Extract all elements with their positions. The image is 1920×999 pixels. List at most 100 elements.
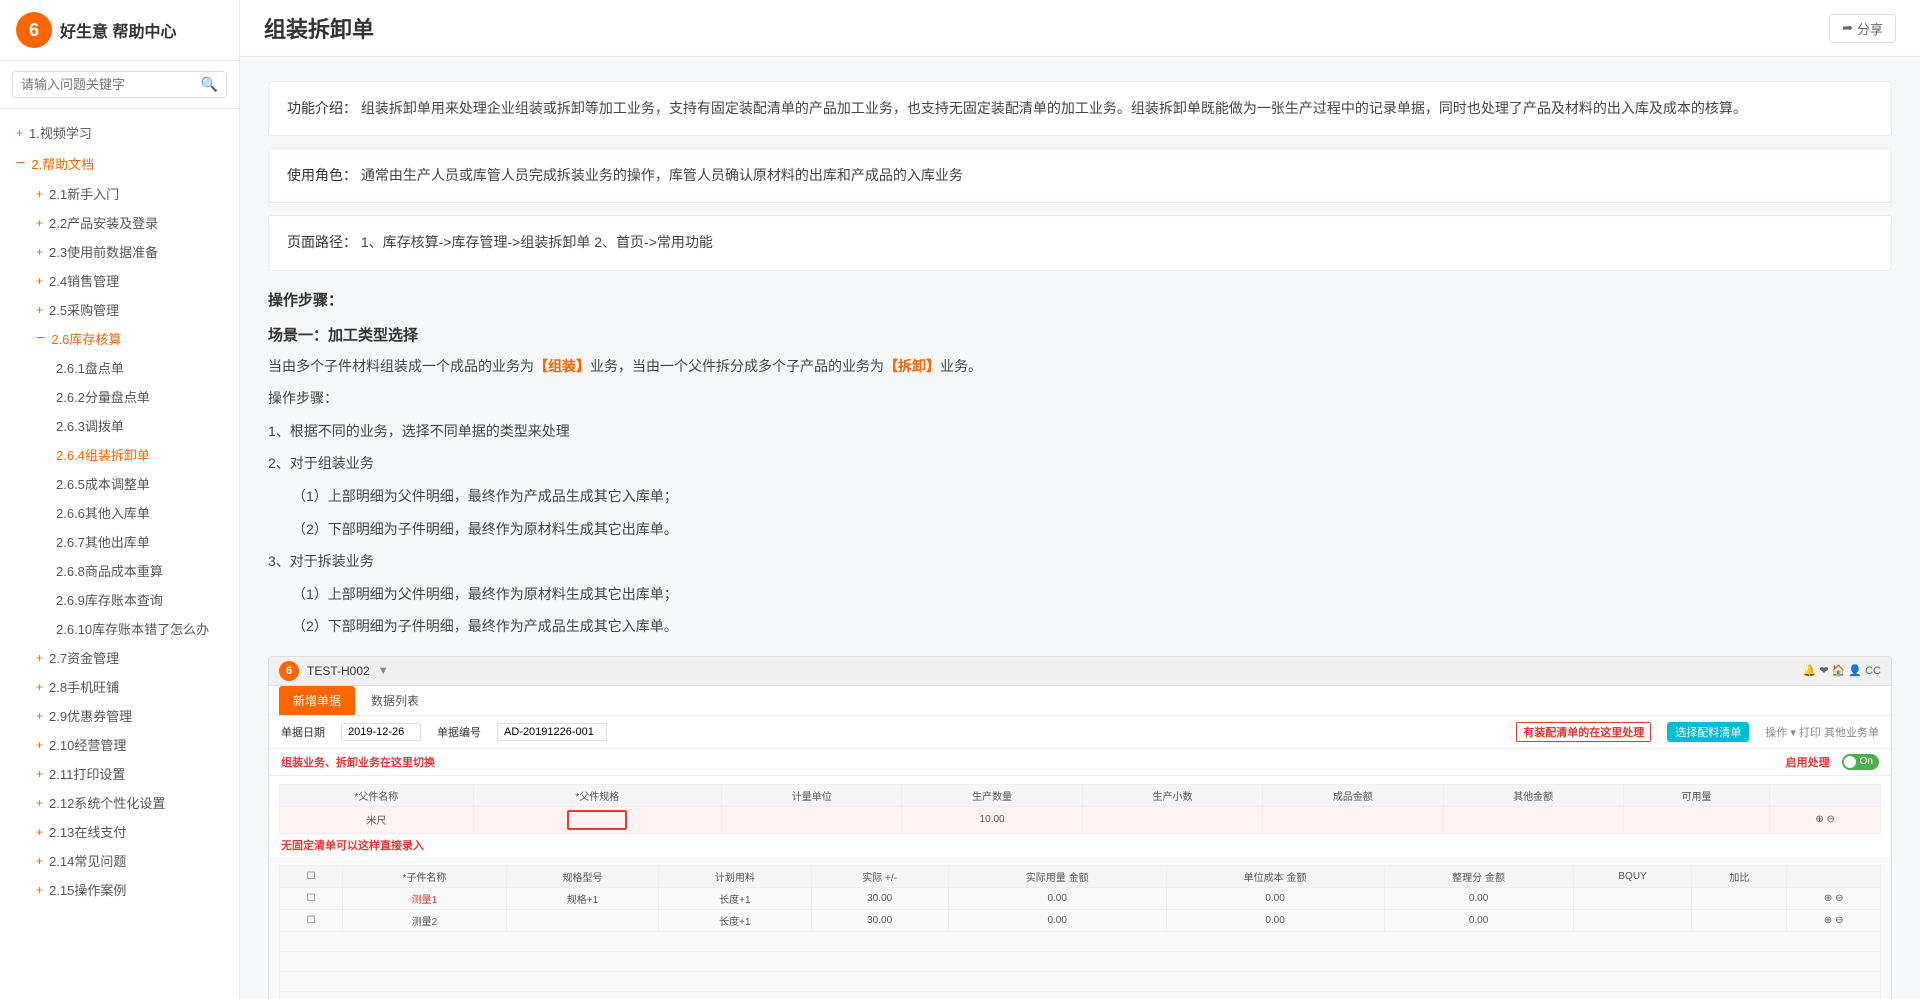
toggle-switch[interactable]: On	[1842, 754, 1879, 770]
nav-sub-docs: + 2.1新手入门 + 2.2产品安装及登录 + 2.3使用前数据准备 + 2.…	[0, 179, 239, 904]
search-input-wrap[interactable]: 🔍	[12, 71, 227, 98]
col-other-amount: 其他金额	[1443, 784, 1623, 806]
expand-icon: +	[36, 187, 43, 201]
sidebar-item-2-6-5[interactable]: 2.6.5成本调整单	[40, 469, 239, 498]
expand-icon: +	[36, 825, 43, 839]
sidebar-item-2-10[interactable]: + 2.10经营管理	[20, 730, 239, 759]
cell-spec-input[interactable]	[567, 810, 627, 830]
sidebar-header: 6 好生意 帮助中心	[0, 0, 239, 61]
cell-ratio	[1692, 887, 1787, 909]
cell-unit	[722, 806, 902, 833]
cell-plan-qty: 长度+1	[659, 909, 811, 931]
lower-table-row	[280, 951, 1881, 971]
mock-type-switch-row: 组装业务、拆卸业务在这里切换 启用处理 On	[269, 749, 1891, 776]
lcol-spec: 规格型号	[506, 865, 658, 887]
cell-bquy	[1573, 887, 1692, 909]
annotation-has-bom: 有装配清单的在这里处理	[1516, 722, 1651, 742]
sidebar-item-2-4[interactable]: + 2.4销售管理	[20, 266, 239, 295]
step1: 1、根据不同的业务，选择不同单据的类型来处理	[268, 418, 1892, 445]
mock-date-input[interactable]	[341, 723, 421, 741]
step3: 3、对于拆装业务	[268, 548, 1892, 575]
sidebar-item-label: 2.帮助文档	[31, 154, 94, 173]
cell-spec	[473, 806, 721, 833]
sidebar-item-label: 2.6.2分量盘点单	[56, 387, 150, 406]
sidebar-item-label: 2.6.5成本调整单	[56, 474, 150, 493]
sidebar-item-2-6-8[interactable]: 2.6.8商品成本重算	[40, 556, 239, 585]
mock-logo: 6	[279, 661, 299, 681]
mock-date-label: 单据日期	[281, 724, 325, 740]
expand-icon: +	[36, 680, 43, 694]
sidebar-item-2-1[interactable]: + 2.1新手入门	[20, 179, 239, 208]
collapse-icon: −	[16, 156, 25, 172]
ops-steps-subtitle: 操作步骤：	[268, 385, 1892, 412]
cell-alloc: 0.00	[1384, 887, 1573, 909]
step3-2: （2）下部明细为子件明细，最终作为产成品生成其它入库单。	[292, 613, 1892, 640]
cell-check: ☐	[280, 887, 343, 909]
sidebar-item-2-6-4[interactable]: 2.6.4组装拆卸单	[40, 440, 239, 469]
mock-tab-new[interactable]: 新增单据	[279, 686, 355, 715]
sidebar-item-2-3[interactable]: + 2.3使用前数据准备	[20, 237, 239, 266]
lower-table-row	[280, 991, 1881, 999]
cell-product-amount	[1263, 806, 1443, 833]
expand-icon: +	[16, 126, 23, 140]
mock-num-input[interactable]	[497, 723, 607, 741]
sidebar-item-label: 2.6.8商品成本重算	[56, 561, 163, 580]
lcol-plan-qty: 计划用料	[659, 865, 811, 887]
expand-icon: +	[36, 303, 43, 317]
mock-form-header: 单据日期 单据编号 有装配清单的在这里处理 选择配料清单 操作 ▾ 打印 其他业…	[269, 716, 1891, 749]
sidebar-item-2-5[interactable]: + 2.5采购管理	[20, 295, 239, 324]
lower-table-row	[280, 971, 1881, 991]
sidebar-item-2-6-1[interactable]: 2.6.1盘点单	[40, 353, 239, 382]
sidebar: 6 好生意 帮助中心 🔍 + 1.视频学习 − 2.帮助文档 + 2.1新手入门…	[0, 0, 240, 999]
share-button[interactable]: ➦ 分享	[1829, 14, 1896, 43]
lcol-child-name: *子件名称	[343, 865, 507, 887]
cell-row-actions: ⊕ ⊖	[1787, 909, 1881, 931]
cell-available	[1623, 806, 1769, 833]
cell-name: 米尺	[280, 806, 474, 833]
sidebar-item-2-2[interactable]: + 2.2产品安装及登录	[20, 208, 239, 237]
sidebar-item-2-6-6[interactable]: 2.6.6其他入库单	[40, 498, 239, 527]
cell-produce-decimal	[1082, 806, 1262, 833]
step3-sub: （1）上部明细为父件明细，最终作为原材料生成其它出库单； （2）下部明细为子件明…	[268, 581, 1892, 640]
expand-icon: +	[36, 738, 43, 752]
path-label: 页面路径：	[287, 234, 357, 250]
cell-plan-qty: 长度+1	[659, 887, 811, 909]
path-block: 页面路径： 1、库存核算->库存管理->组装拆卸单 2、首页->常用功能	[268, 215, 1892, 270]
cell-ratio	[1692, 909, 1787, 931]
sidebar-item-label: 2.6.10库存账本错了怎么办	[56, 619, 209, 638]
sidebar-item-2-7[interactable]: + 2.7资金管理	[20, 643, 239, 672]
mock-select-bom-btn[interactable]: 选择配料清单	[1667, 722, 1749, 742]
sidebar-item-2-11[interactable]: + 2.11打印设置	[20, 759, 239, 788]
mock-titlebar: 6 TEST-H002 ▼ 🔔 ❤ 🏠 👤 CC	[269, 657, 1891, 686]
col-father-spec: *父件规格	[473, 784, 721, 806]
sidebar-item-2-6[interactable]: − 2.6库存核算	[20, 324, 239, 353]
col-produce-decimal: 生产小数	[1082, 784, 1262, 806]
annotation-no-bom: 无固定清单可以这样直接录入	[281, 840, 424, 852]
nav-tree: + 1.视频学习 − 2.帮助文档 + 2.1新手入门 + 2.2产品安装及登录…	[0, 109, 239, 999]
lcol-bquy: BQUY	[1573, 865, 1692, 887]
main-header: 组装拆卸单 ➦ 分享	[240, 0, 1920, 57]
sidebar-item-2-9[interactable]: + 2.9优惠券管理	[20, 701, 239, 730]
toggle-label: On	[1860, 756, 1873, 767]
sidebar-item-docs[interactable]: − 2.帮助文档	[0, 148, 239, 179]
search-input[interactable]	[21, 77, 201, 92]
sidebar-item-2-6-7[interactable]: 2.6.7其他出库单	[40, 527, 239, 556]
sidebar-item-2-12[interactable]: + 2.12系统个性化设置	[20, 788, 239, 817]
sidebar-item-label: 2.15操作案例	[49, 880, 126, 899]
sidebar-item-2-6-9[interactable]: 2.6.9库存账本查询	[40, 585, 239, 614]
sidebar-item-videos[interactable]: + 1.视频学习	[0, 117, 239, 148]
sidebar-item-2-15[interactable]: + 2.15操作案例	[20, 875, 239, 904]
step2-1: （1）上部明细为父件明细，最终作为产成品生成其它入库单；	[292, 483, 1892, 510]
search-icon[interactable]: 🔍	[201, 76, 218, 93]
mock-tab-list[interactable]: 数据列表	[357, 686, 433, 715]
sidebar-item-2-14[interactable]: + 2.14常见问题	[20, 846, 239, 875]
sidebar-item-2-8[interactable]: + 2.8手机旺铺	[20, 672, 239, 701]
lcol-actual-amount: 实际用量 金额	[948, 865, 1166, 887]
lcol-ratio: 加比	[1692, 865, 1787, 887]
sidebar-item-2-6-10[interactable]: 2.6.10库存账本错了怎么办	[40, 614, 239, 643]
sidebar-item-label: 2.4销售管理	[49, 271, 119, 290]
sidebar-item-2-6-3[interactable]: 2.6.3调拨单	[40, 411, 239, 440]
sidebar-item-2-6-2[interactable]: 2.6.2分量盘点单	[40, 382, 239, 411]
role-text: 通常由生产人员或库管人员完成拆装业务的操作，库管人员确认原材料的出库和产成品的入…	[361, 167, 963, 183]
sidebar-item-2-13[interactable]: + 2.13在线支付	[20, 817, 239, 846]
